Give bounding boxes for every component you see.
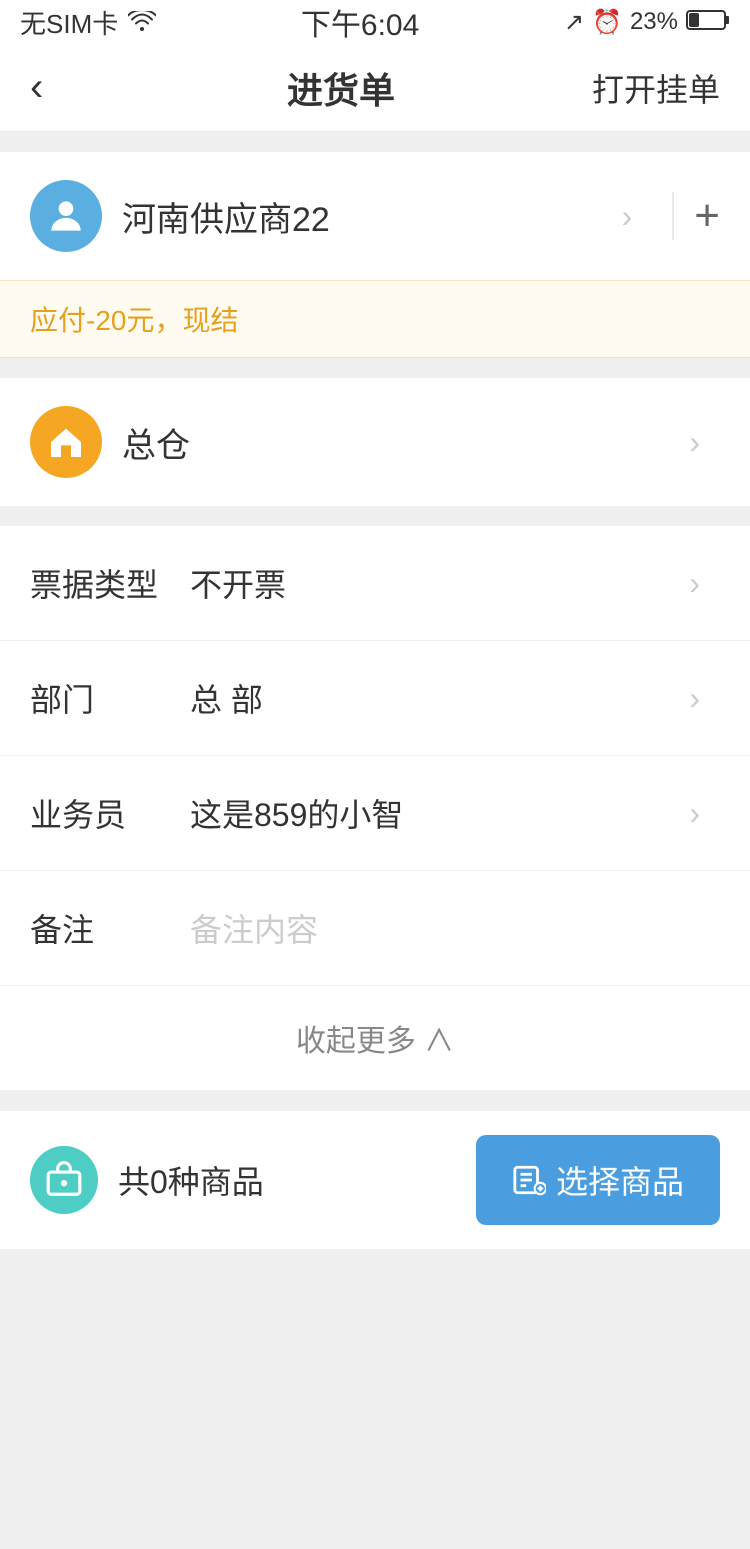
invoice-label: 票据类型	[30, 560, 170, 606]
remarks-label: 备注	[30, 905, 170, 951]
salesperson-value: 这是859的小智	[170, 790, 689, 836]
wifi-icon	[128, 7, 156, 38]
salesperson-chevron-icon: ›	[689, 795, 700, 832]
status-left: 无SIM卡	[20, 4, 156, 41]
status-time: 下午6:04	[301, 0, 419, 44]
status-right: ↗ ⏰ 23%	[564, 7, 730, 38]
nav-bar: ‹ 进货单 打开挂单	[0, 44, 750, 132]
department-row[interactable]: 部门 总 部 ›	[0, 641, 750, 756]
warehouse-row[interactable]: 总仓 ›	[0, 378, 750, 506]
empty-content-area	[0, 1249, 750, 1549]
invoice-row[interactable]: 票据类型 不开票 ›	[0, 526, 750, 641]
supplier-avatar	[30, 180, 102, 252]
supplier-divider	[672, 192, 674, 240]
section-gap-1	[0, 132, 750, 152]
back-button[interactable]: ‹	[30, 65, 90, 110]
location-icon: ↗	[564, 8, 584, 37]
signal-text: 无SIM卡	[20, 4, 118, 41]
product-icon	[30, 1146, 98, 1214]
supplier-name: 河南供应商22	[122, 192, 622, 241]
salesperson-label: 业务员	[30, 790, 170, 836]
status-bar: 无SIM卡 下午6:04 ↗ ⏰ 23%	[0, 0, 750, 44]
supplier-chevron-icon: ›	[622, 198, 633, 235]
section-gap-2	[0, 358, 750, 378]
select-product-button[interactable]: 选择商品	[476, 1135, 720, 1225]
remarks-input[interactable]: 备注内容	[170, 905, 720, 951]
department-label: 部门	[30, 675, 170, 721]
battery-text: 23%	[630, 8, 678, 36]
warehouse-name: 总仓	[122, 418, 689, 467]
invoice-value: 不开票	[170, 560, 689, 606]
select-product-label: 选择商品	[556, 1157, 684, 1203]
open-pending-button[interactable]: 打开挂单	[592, 65, 720, 111]
product-count-text: 共0种商品	[118, 1157, 264, 1203]
warehouse-icon	[30, 406, 102, 478]
collapse-row[interactable]: 收起更多 ∧	[0, 985, 750, 1090]
warehouse-chevron-icon: ›	[689, 424, 700, 461]
select-product-icon	[512, 1163, 546, 1197]
add-button[interactable]: +	[694, 194, 720, 238]
form-section: 票据类型 不开票 › 部门 总 部 › 业务员 这是859的小智 › 备注 备注…	[0, 526, 750, 1090]
product-count-area: 共0种商品	[30, 1146, 264, 1214]
alarm-icon: ⏰	[592, 8, 622, 37]
collapse-label: 收起更多 ∧	[296, 1025, 454, 1058]
warehouse-section: 总仓 ›	[0, 378, 750, 506]
section-gap-4	[0, 1090, 750, 1110]
supplier-notice: 应付-20元，现结	[0, 280, 750, 358]
salesperson-row[interactable]: 业务员 这是859的小智 ›	[0, 756, 750, 871]
department-value: 总 部	[170, 675, 689, 721]
remarks-row[interactable]: 备注 备注内容	[0, 871, 750, 985]
supplier-section: 河南供应商22 › + 应付-20元，现结	[0, 152, 750, 358]
department-chevron-icon: ›	[689, 680, 700, 717]
invoice-chevron-icon: ›	[689, 565, 700, 602]
battery-icon	[686, 7, 730, 38]
supplier-row[interactable]: 河南供应商22 › +	[0, 152, 750, 280]
bottom-bar: 共0种商品 选择商品	[0, 1110, 750, 1249]
page-title: 进货单	[287, 62, 395, 114]
section-gap-3	[0, 506, 750, 526]
